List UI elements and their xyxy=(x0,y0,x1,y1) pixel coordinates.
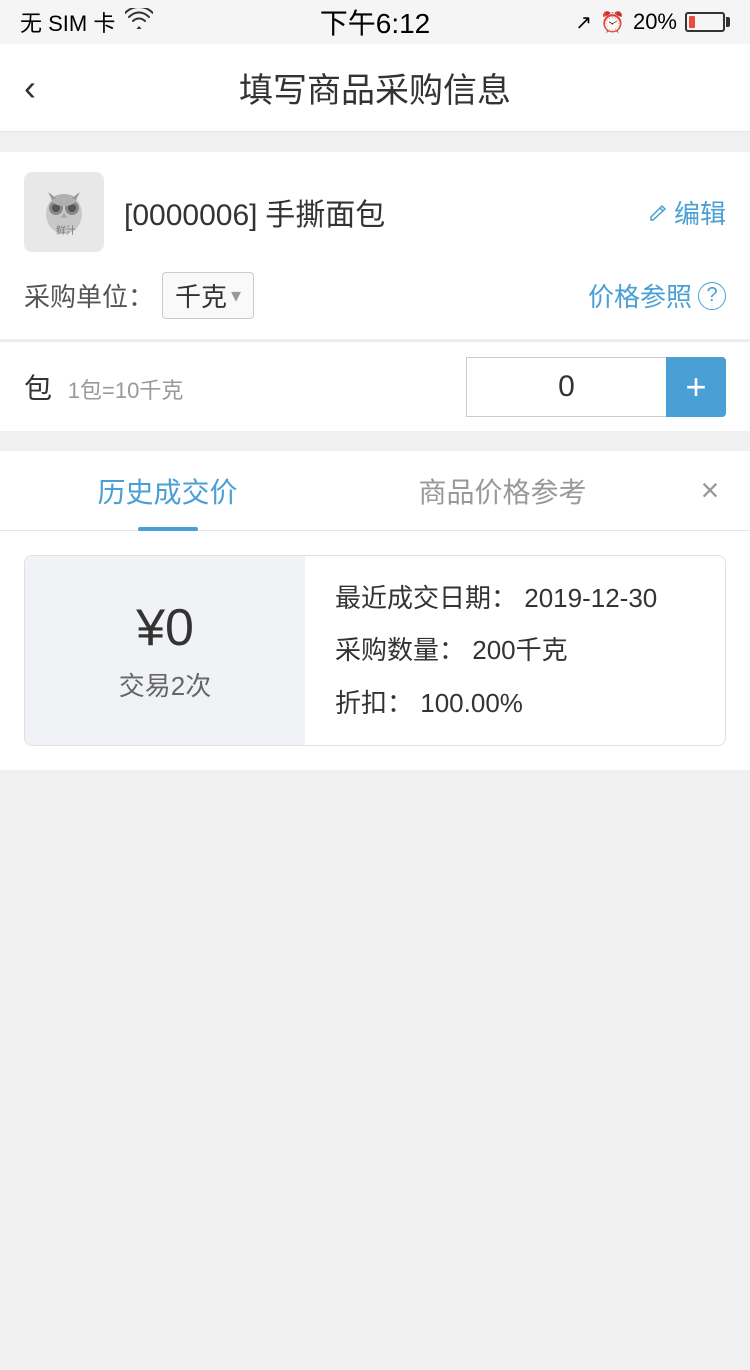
history-discount-label: 折扣： xyxy=(335,688,413,718)
dropdown-arrow: ▾ xyxy=(231,283,241,308)
quantity-control: + xyxy=(466,357,726,417)
tab-history-price[interactable]: 历史成交价 xyxy=(0,451,335,531)
unit-value: 千克 xyxy=(175,277,227,314)
back-button[interactable]: ‹ xyxy=(24,67,36,109)
history-trades: 交易2次 xyxy=(119,666,211,703)
battery-percent: 20% xyxy=(633,9,677,35)
carrier-label: 无 SIM 卡 xyxy=(20,6,115,38)
history-price: ¥0 xyxy=(136,598,194,658)
history-card-right: 最近成交日期： 2019-12-30 采购数量： 200千克 折扣： 100.0… xyxy=(305,556,725,745)
history-quantity-row: 采购数量： 200千克 xyxy=(335,632,695,668)
price-ref-icon: ? xyxy=(698,282,726,310)
battery-icon xyxy=(685,12,730,32)
quantity-plus-button[interactable]: + xyxy=(666,357,726,417)
history-date-label: 最近成交日期： xyxy=(335,583,517,613)
price-ref-label: 价格参照 xyxy=(588,277,692,314)
quantity-conversion: 1包=10千克 xyxy=(68,378,184,403)
history-date-row: 最近成交日期： 2019-12-30 xyxy=(335,580,695,616)
history-card: ¥0 交易2次 最近成交日期： 2019-12-30 采购数量： 200千克 折… xyxy=(24,555,726,746)
history-discount-value: 100.00% xyxy=(420,688,523,718)
product-id: [0000006] xyxy=(124,199,257,232)
unit-row-left: 采购单位： 千克 ▾ xyxy=(24,272,254,319)
status-left: 无 SIM 卡 xyxy=(20,6,153,38)
history-card-left: ¥0 交易2次 xyxy=(25,556,305,745)
quantity-input[interactable] xyxy=(466,357,666,417)
tab-bar: 历史成交价 商品价格参考 × xyxy=(0,451,750,531)
nav-bar: ‹ 填写商品采购信息 xyxy=(0,44,750,132)
tab-product-ref-label: 商品价格参考 xyxy=(418,471,586,511)
tab-history-label: 历史成交价 xyxy=(97,471,237,511)
tab-product-price-ref[interactable]: 商品价格参考 xyxy=(335,451,670,531)
product-section: 鲜汁 [0000006] 手撕面包 编辑 采购单位： 千克 ▾ 价格参照 xyxy=(0,152,750,339)
page-title: 填写商品采购信息 xyxy=(239,63,511,112)
edit-button[interactable]: 编辑 xyxy=(648,194,726,231)
product-name: 手撕面包 xyxy=(265,199,385,232)
unit-label: 采购单位： xyxy=(24,277,154,314)
product-unit-row: 采购单位： 千克 ▾ 价格参照 ? xyxy=(24,272,726,319)
history-quantity-label: 采购数量： xyxy=(335,635,465,665)
location-icon: ↗ xyxy=(575,10,592,35)
product-image: 鲜汁 xyxy=(24,172,104,252)
tab-section: 历史成交价 商品价格参考 × ¥0 交易2次 最近成交日期： 2019-12-3… xyxy=(0,451,750,770)
svg-text:鲜汁: 鲜汁 xyxy=(56,224,76,237)
status-time: 下午6:12 xyxy=(320,2,431,42)
quantity-label-container: 包 1包=10千克 xyxy=(24,367,183,407)
product-name-container: [0000006] 手撕面包 xyxy=(124,190,385,234)
product-info: 鲜汁 [0000006] 手撕面包 xyxy=(24,172,385,252)
edit-label: 编辑 xyxy=(674,194,726,231)
product-header: 鲜汁 [0000006] 手撕面包 编辑 xyxy=(24,172,726,252)
alarm-icon: ⏰ xyxy=(600,10,625,35)
history-content: ¥0 交易2次 最近成交日期： 2019-12-30 采购数量： 200千克 折… xyxy=(0,531,750,770)
quantity-unit: 包 xyxy=(24,373,52,404)
status-bar: 无 SIM 卡 下午6:12 ↗ ⏰ 20% xyxy=(0,0,750,44)
wifi-icon xyxy=(125,8,153,36)
history-date-value: 2019-12-30 xyxy=(524,583,657,613)
status-right: ↗ ⏰ 20% xyxy=(575,9,730,35)
main-content xyxy=(0,770,750,1370)
quantity-section: 包 1包=10千克 + xyxy=(0,341,750,431)
unit-selector[interactable]: 千克 ▾ xyxy=(162,272,254,319)
history-discount-row: 折扣： 100.00% xyxy=(335,685,695,721)
history-quantity-value: 200千克 xyxy=(472,635,567,665)
tab-close-button[interactable]: × xyxy=(670,451,750,531)
price-ref-button[interactable]: 价格参照 ? xyxy=(588,277,726,314)
